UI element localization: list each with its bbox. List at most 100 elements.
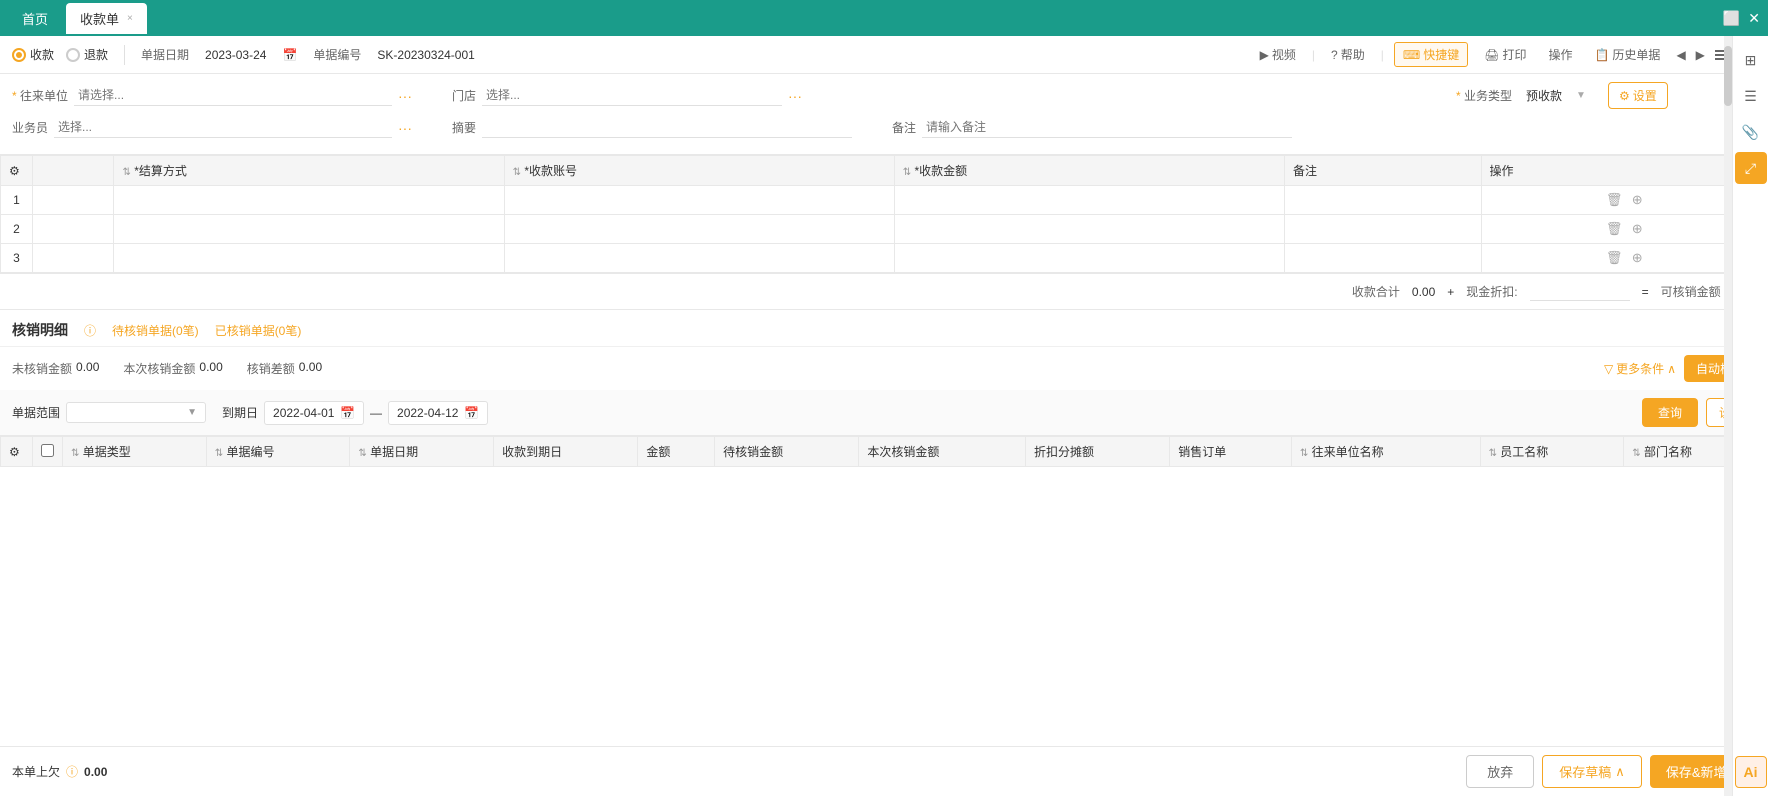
receipt-radio[interactable]: 收款 bbox=[12, 46, 54, 63]
discount-input[interactable] bbox=[1530, 282, 1630, 301]
store-more-btn[interactable]: ··· bbox=[788, 88, 802, 104]
row-1-note[interactable] bbox=[1284, 186, 1481, 215]
due-date-to[interactable]: 2022-04-12 📅 bbox=[388, 401, 488, 425]
draft-btn[interactable]: 保存草稿 ∧ bbox=[1542, 755, 1642, 788]
bt-date-th: ⇅ 单据日期 bbox=[350, 437, 494, 467]
row-3-empty bbox=[33, 244, 114, 273]
bt-check-all[interactable] bbox=[41, 444, 54, 457]
note-label: 备注 bbox=[892, 119, 916, 136]
col-method-th: ⇅ *结算方式 bbox=[114, 156, 504, 186]
counterpart-label: 往来单位 bbox=[12, 87, 68, 104]
more-conditions-btn[interactable]: ▽ 更多条件 ∧ bbox=[1604, 360, 1676, 377]
row-3-note[interactable] bbox=[1284, 244, 1481, 273]
row-2-account[interactable] bbox=[504, 215, 894, 244]
number-value: SK-20230324-001 bbox=[377, 48, 474, 62]
date-calendar-icon[interactable]: 📅 bbox=[282, 48, 297, 62]
video-btn[interactable]: ▶ 视频 bbox=[1254, 43, 1302, 66]
store-input[interactable] bbox=[482, 85, 782, 106]
shortcut-label: 快捷键 bbox=[1423, 46, 1459, 63]
footer-right: 放弃 保存草稿 ∧ 保存&新增 ∧ bbox=[1466, 755, 1756, 788]
arrow-left-icon[interactable]: ◀ bbox=[1676, 48, 1685, 62]
bt-gear-th[interactable]: ⚙ bbox=[1, 437, 33, 467]
sidebar-table-icon[interactable]: ⊞ bbox=[1735, 44, 1767, 76]
sidebar-ai-icon[interactable]: Ai bbox=[1735, 756, 1767, 788]
tab-close-icon[interactable]: × bbox=[127, 13, 133, 24]
sidebar-attach-icon[interactable]: 📎 bbox=[1735, 116, 1767, 148]
unreconciled-value: 0.00 bbox=[76, 360, 99, 377]
bt-check-th[interactable] bbox=[33, 437, 63, 467]
row-2-note[interactable] bbox=[1284, 215, 1481, 244]
store-field: 门店 ··· bbox=[452, 85, 802, 106]
note-input[interactable] bbox=[922, 117, 1292, 138]
summary-field: 摘要 bbox=[452, 117, 852, 138]
due-date-from[interactable]: 2022-04-01 📅 bbox=[264, 401, 364, 425]
form-settings-btn[interactable]: ⚙ 设置 bbox=[1608, 82, 1668, 109]
due-date-label: 到期日 bbox=[222, 404, 258, 421]
row-2-copy-icon[interactable]: ⊕ bbox=[1632, 221, 1643, 236]
draft-chevron-icon[interactable]: ∧ bbox=[1615, 764, 1625, 780]
query-btn[interactable]: 查询 bbox=[1642, 398, 1698, 427]
col-method-label: *结算方式 bbox=[134, 164, 187, 178]
print-icon: 🖨 bbox=[1484, 48, 1499, 62]
tab-bar-maximize-icon[interactable]: ⬜ bbox=[1723, 10, 1740, 27]
bill-range-filter: 单据范围 ▼ bbox=[12, 402, 206, 423]
row-1-account[interactable] bbox=[504, 186, 894, 215]
row-3-copy-icon[interactable]: ⊕ bbox=[1632, 250, 1643, 265]
counterpart-field: 往来单位 ··· bbox=[12, 85, 412, 106]
pending-tab[interactable]: 待核销单据(0笔) bbox=[112, 322, 199, 339]
operations-btn[interactable]: 操作 bbox=[1542, 43, 1578, 66]
this-bill-value: 0.00 bbox=[84, 765, 107, 779]
settings-gear-icon: ⚙ bbox=[1619, 89, 1630, 103]
row-3-amount[interactable] bbox=[894, 244, 1284, 273]
bt-employee-th: ⇅ 员工名称 bbox=[1480, 437, 1624, 467]
refund-radio[interactable]: 退款 bbox=[66, 46, 108, 63]
footer: 本单上欠 ⓘ 0.00 放弃 保存草稿 ∧ 保存&新增 ∧ bbox=[0, 746, 1768, 796]
summary-input[interactable] bbox=[482, 117, 852, 138]
row-1-method[interactable] bbox=[114, 186, 504, 215]
form-area: 往来单位 ··· 门店 ··· 业务类型 预收款 ▼ ⚙ 设置 bbox=[0, 74, 1768, 155]
history-btn[interactable]: 📋 历史单据 bbox=[1588, 43, 1666, 66]
table-gear-th[interactable]: ⚙ bbox=[1, 156, 33, 186]
row-1-delete-icon[interactable]: 🗑 bbox=[1606, 192, 1623, 207]
table-row: 3 🗑 ⊕ bbox=[1, 244, 1768, 273]
row-1-amount[interactable] bbox=[894, 186, 1284, 215]
sidebar-expand-icon[interactable]: ⤢ bbox=[1735, 152, 1767, 184]
tab-home[interactable]: 首页 bbox=[8, 3, 62, 34]
row-3-delete-icon[interactable]: 🗑 bbox=[1606, 250, 1623, 265]
bt-amount-label: 金额 bbox=[646, 445, 670, 459]
toolbar: 收款 退款 单据日期 2023-03-24 📅 单据编号 SK-20230324… bbox=[0, 36, 1768, 74]
row-2-delete-icon[interactable]: 🗑 bbox=[1606, 221, 1623, 236]
print-btn[interactable]: 🖨 打印 bbox=[1478, 43, 1532, 66]
right-scroll[interactable] bbox=[1724, 36, 1732, 796]
sidebar-list-icon[interactable]: ☰ bbox=[1735, 80, 1767, 112]
arrow-right-icon[interactable]: ▶ bbox=[1696, 48, 1705, 62]
counterpart-more-btn[interactable]: ··· bbox=[398, 88, 412, 104]
col-account-label: *收款账号 bbox=[524, 164, 577, 178]
form-row-2: 业务员 ··· 摘要 备注 bbox=[12, 117, 1756, 138]
bill-range-select[interactable]: ▼ bbox=[66, 402, 206, 423]
business-type-label: 业务类型 bbox=[1456, 87, 1512, 104]
help-btn[interactable]: ? 帮助 bbox=[1325, 43, 1371, 66]
abandon-btn[interactable]: 放弃 bbox=[1466, 755, 1534, 788]
counterpart-input[interactable] bbox=[74, 85, 392, 106]
bt-duedate-th: 收款到期日 bbox=[494, 437, 638, 467]
print-label: 打印 bbox=[1502, 46, 1526, 63]
business-type-chevron[interactable]: ▼ bbox=[1576, 90, 1586, 101]
form-row-1: 往来单位 ··· 门店 ··· 业务类型 预收款 ▼ ⚙ 设置 bbox=[12, 82, 1756, 109]
bt-discount-label: 折扣分摊额 bbox=[1034, 445, 1094, 459]
shortcut-btn[interactable]: ⌨ 快捷键 bbox=[1394, 42, 1468, 67]
bill-info-icon[interactable]: ⓘ bbox=[66, 763, 78, 780]
tab-receipt[interactable]: 收款单 × bbox=[66, 3, 147, 34]
search-filters: 单据范围 ▼ 到期日 2022-04-01 📅 — 2022-04-12 📅 bbox=[0, 390, 1768, 436]
scroll-thumb[interactable] bbox=[1724, 46, 1732, 106]
salesperson-input[interactable] bbox=[54, 117, 392, 138]
reconcile-info-icon[interactable]: ⓘ bbox=[84, 322, 96, 339]
row-2-method[interactable] bbox=[114, 215, 504, 244]
row-1-copy-icon[interactable]: ⊕ bbox=[1632, 192, 1643, 207]
tab-bar-close-icon[interactable]: ✕ bbox=[1748, 10, 1760, 27]
row-3-method[interactable] bbox=[114, 244, 504, 273]
salesperson-more-btn[interactable]: ··· bbox=[398, 120, 412, 136]
row-3-account[interactable] bbox=[504, 244, 894, 273]
done-tab[interactable]: 已核销单据(0笔) bbox=[215, 322, 302, 339]
row-2-amount[interactable] bbox=[894, 215, 1284, 244]
